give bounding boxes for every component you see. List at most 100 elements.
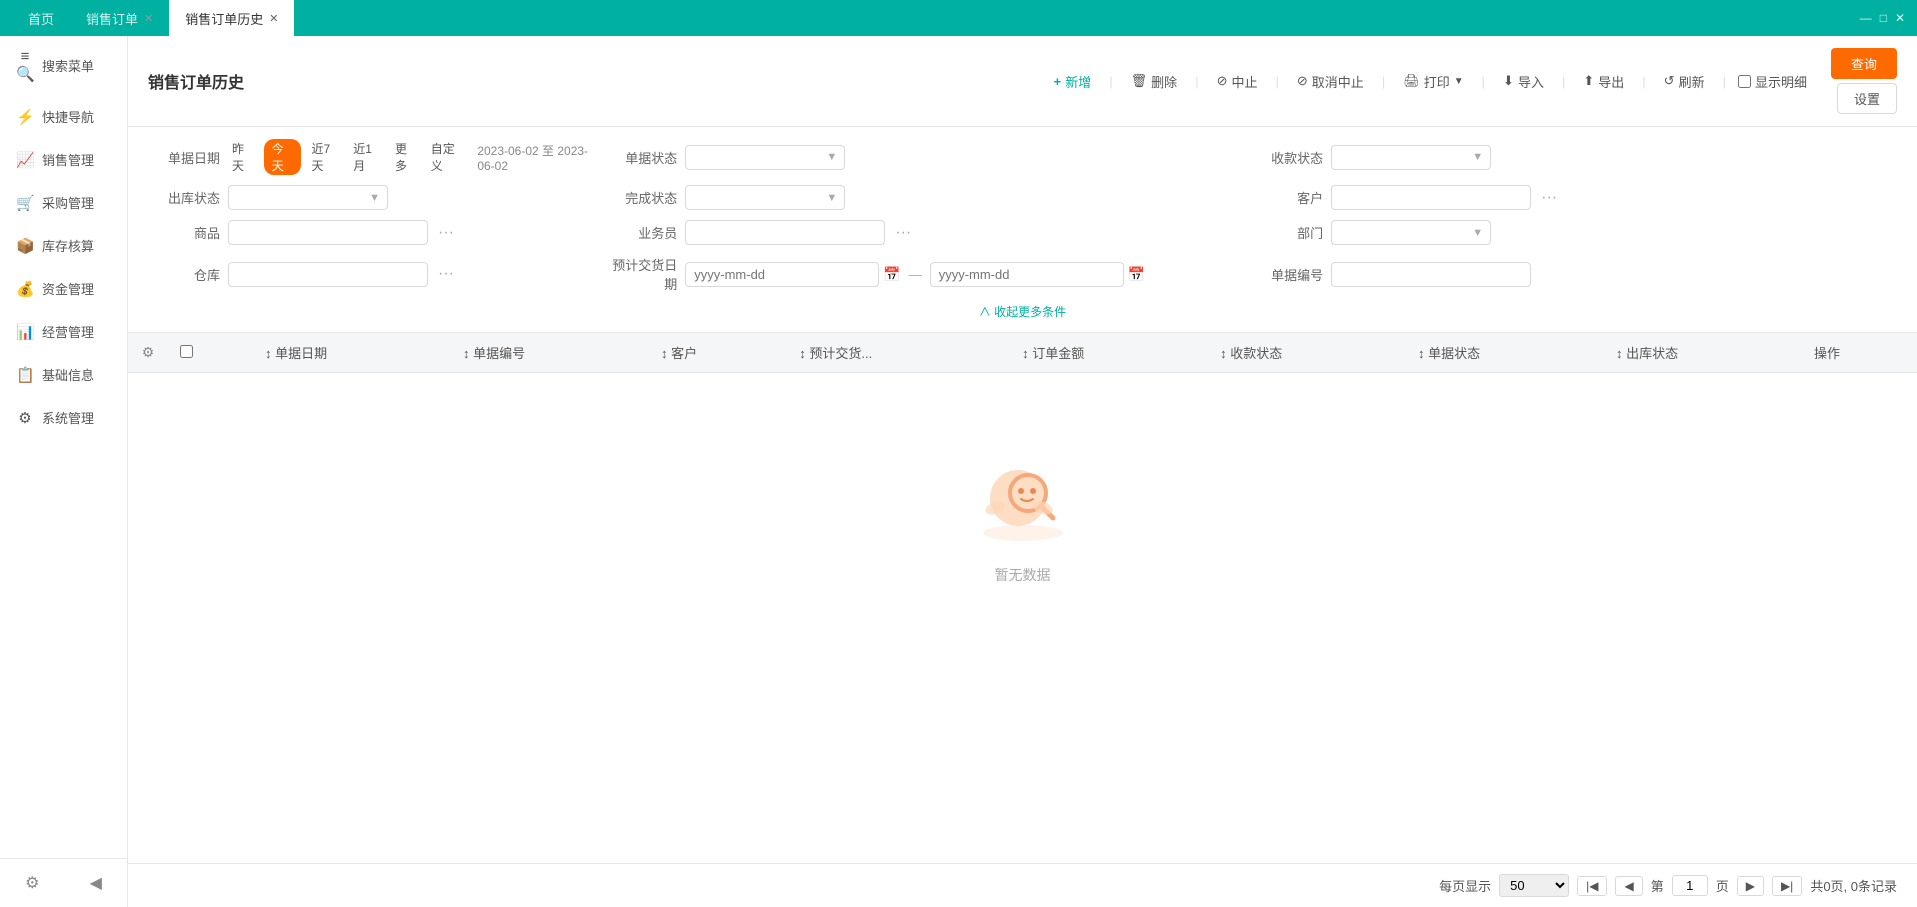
customer-more-btn[interactable]: ··· xyxy=(1537,189,1561,207)
delete-button[interactable]: 🗑 删除 xyxy=(1125,68,1184,95)
warehouse-more-btn[interactable]: ··· xyxy=(434,265,458,283)
dept-select-wrap: ▼ xyxy=(1331,220,1491,245)
expected-date-to[interactable] xyxy=(930,262,1124,287)
date-option-custom[interactable]: 自定义 xyxy=(427,139,468,175)
col-outstock-status[interactable]: ↕ 出库状态 xyxy=(1604,333,1802,373)
date-option-more[interactable]: 更多 xyxy=(391,139,421,175)
select-all-checkbox[interactable] xyxy=(180,345,193,358)
sales-icon: 📈 xyxy=(16,151,34,169)
sidebar-settings-btn[interactable]: ⚙ xyxy=(19,867,45,899)
col-doc-status[interactable]: ↕ 单据状态 xyxy=(1406,333,1604,373)
tab-sales-order-history[interactable]: 销售订单历史 ✕ xyxy=(169,0,294,36)
new-button[interactable]: + 新增 xyxy=(1048,68,1098,95)
doc-status-label: 单据状态 xyxy=(605,148,685,167)
col-date[interactable]: ↕ 单据日期 xyxy=(253,333,451,373)
sidebar-collapse-btn[interactable]: ◀ xyxy=(84,867,108,899)
main-layout: ≡🔍 搜索菜单 ⚡ 快捷导航 📈 销售管理 🛒 采购管理 📦 库存核算 💰 资金… xyxy=(0,36,1917,907)
tab-sales-order-close[interactable]: ✕ xyxy=(144,12,153,25)
calendar-from-icon[interactable]: 📅 xyxy=(883,266,900,283)
salesperson-more-btn[interactable]: ··· xyxy=(891,224,915,242)
product-label: 商品 xyxy=(148,223,228,242)
export-button[interactable]: ⬆ 导出 xyxy=(1577,68,1630,95)
first-page-btn[interactable]: |◀ xyxy=(1577,876,1607,896)
date-option-7days[interactable]: 近7天 xyxy=(307,139,343,175)
expected-date-label: 预计交货日期 xyxy=(605,255,685,293)
sidebar-item-system[interactable]: ⚙ 系统管理 xyxy=(0,396,127,439)
tab-sales-order[interactable]: 销售订单 ✕ xyxy=(70,0,169,36)
system-icon: ⚙ xyxy=(16,409,34,427)
next-page-btn[interactable]: ▶ xyxy=(1737,876,1764,896)
tab-sales-order-history-close[interactable]: ✕ xyxy=(269,12,278,25)
date-range-display: 2023-06-02 至 2023-06-02 xyxy=(477,142,605,173)
col-customer[interactable]: ↕ 客户 xyxy=(649,333,787,373)
product-more-btn[interactable]: ··· xyxy=(434,224,458,242)
warehouse-label: 仓库 xyxy=(148,265,228,284)
dept-select[interactable] xyxy=(1331,220,1491,245)
col-amount[interactable]: ↕ 订单金额 xyxy=(1010,333,1208,373)
print-icon: 🖨 xyxy=(1403,73,1420,89)
table-settings-icon[interactable]: ⚙ xyxy=(142,344,155,360)
sidebar-item-sales[interactable]: 📈 销售管理 xyxy=(0,138,127,181)
last-page-btn[interactable]: ▶| xyxy=(1772,876,1802,896)
empty-text: 暂无数据 xyxy=(995,565,1051,585)
prev-page-btn[interactable]: ◀ xyxy=(1615,876,1642,896)
warehouse-input[interactable] xyxy=(228,262,428,287)
calendar-to-icon[interactable]: 📅 xyxy=(1128,266,1145,283)
collapse-bar[interactable]: ∧ 收起更多条件 xyxy=(148,303,1897,320)
doc-number-input[interactable] xyxy=(1331,262,1531,287)
sidebar-item-finance[interactable]: 💰 资金管理 xyxy=(0,267,127,310)
empty-state: 暂无数据 xyxy=(128,373,1917,665)
expected-date-from[interactable] xyxy=(685,262,879,287)
refresh-button[interactable]: ↺ 刷新 xyxy=(1658,68,1711,95)
filter-row-1: 单据日期 昨天 今天 近7天 近1月 更多 自定义 2023-06-02 至 2… xyxy=(148,139,1897,175)
data-table: ⚙ ↕ 单据日期 ↕ 单据编号 ↕ 客户 xyxy=(128,333,1917,373)
window-minimize[interactable]: — xyxy=(1860,11,1872,25)
delete-icon: 🗑 xyxy=(1131,73,1148,89)
cancel-stop-icon: ⊘ xyxy=(1297,73,1308,89)
query-button[interactable]: 查询 xyxy=(1831,48,1897,79)
content-area: 销售订单历史 + 新增 | 🗑 删除 | ⊘ 中止 | ⊘ xyxy=(128,36,1917,907)
col-expected-date[interactable]: ↕ 预计交货... xyxy=(787,333,1010,373)
customer-input[interactable] xyxy=(1331,185,1531,210)
finance-icon: 💰 xyxy=(16,280,34,298)
page-header: 销售订单历史 + 新增 | 🗑 删除 | ⊘ 中止 | ⊘ xyxy=(128,36,1917,127)
setting-button[interactable]: 设置 xyxy=(1837,83,1897,114)
product-input[interactable] xyxy=(228,220,428,245)
window-close[interactable]: ✕ xyxy=(1895,11,1905,25)
filter-area: 单据日期 昨天 今天 近7天 近1月 更多 自定义 2023-06-02 至 2… xyxy=(128,127,1917,333)
sidebar-item-inventory[interactable]: 📦 库存核算 xyxy=(0,224,127,267)
outstock-status-select[interactable] xyxy=(228,185,388,210)
doc-status-select[interactable] xyxy=(685,145,845,170)
import-button[interactable]: ⬇ 导入 xyxy=(1497,68,1550,95)
show-detail-checkbox[interactable] xyxy=(1738,75,1751,88)
date-option-1month[interactable]: 近1月 xyxy=(349,139,385,175)
col-number[interactable]: ↕ 单据编号 xyxy=(451,333,649,373)
sidebar-item-operation[interactable]: 📊 经营管理 xyxy=(0,310,127,353)
page-label-after: 页 xyxy=(1716,876,1729,895)
tab-home[interactable]: 首页 xyxy=(12,0,70,36)
sidebar-item-quick-nav[interactable]: ⚡ 快捷导航 xyxy=(0,95,127,138)
show-detail-checkbox-wrap[interactable]: 显示明细 xyxy=(1738,72,1807,91)
sidebar-item-base-info[interactable]: 📋 基础信息 xyxy=(0,353,127,396)
page-input[interactable] xyxy=(1672,875,1708,896)
dept-label: 部门 xyxy=(1251,223,1331,242)
complete-status-select[interactable] xyxy=(685,185,845,210)
sidebar-item-purchase[interactable]: 🛒 采购管理 xyxy=(0,181,127,224)
top-bar: 首页 销售订单 ✕ 销售订单历史 ✕ — □ ✕ xyxy=(0,0,1917,36)
salesperson-input[interactable] xyxy=(685,220,885,245)
window-maximize[interactable]: □ xyxy=(1880,11,1887,25)
cancel-stop-button[interactable]: ⊘ 取消中止 xyxy=(1291,68,1370,95)
payment-status-label: 收款状态 xyxy=(1251,148,1331,167)
date-option-today[interactable]: 今天 xyxy=(264,139,302,175)
print-chevron: ▼ xyxy=(1454,76,1464,87)
stop-button[interactable]: ⊘ 中止 xyxy=(1211,68,1264,95)
per-page-select[interactable]: 50 10 20 100 xyxy=(1499,874,1569,897)
date-option-yesterday[interactable]: 昨天 xyxy=(228,139,258,175)
empty-illustration xyxy=(963,453,1083,553)
payment-status-select[interactable] xyxy=(1331,145,1491,170)
col-payment-status[interactable]: ↕ 收款状态 xyxy=(1208,333,1406,373)
search-menu-icon: ≡🔍 xyxy=(16,48,34,83)
sidebar-item-search-menu[interactable]: ≡🔍 搜索菜单 xyxy=(0,36,127,95)
doc-number-label: 单据编号 xyxy=(1251,265,1331,284)
print-button[interactable]: 🖨 打印 ▼ xyxy=(1397,68,1469,95)
